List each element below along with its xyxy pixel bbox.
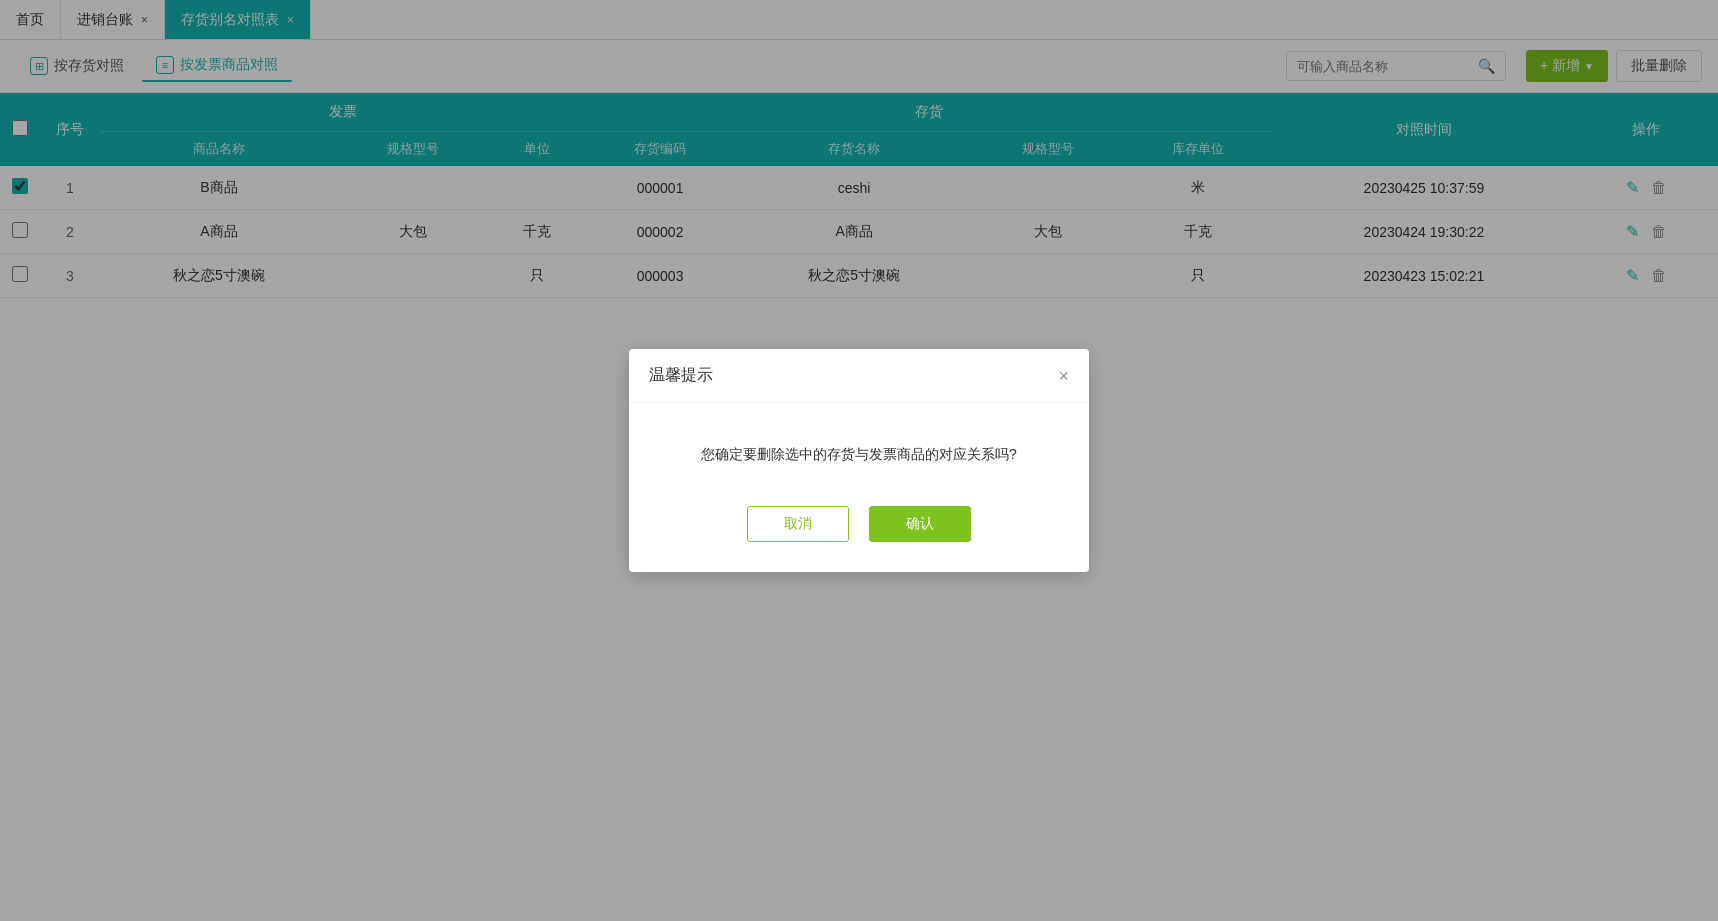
confirm-button[interactable]: 确认 [869,506,971,542]
dialog-header: 温馨提示 × [629,349,1089,403]
dialog-message: 您确定要删除选中的存货与发票商品的对应关系吗? [649,443,1069,465]
dialog-title: 温馨提示 [649,365,713,386]
dialog: 温馨提示 × 您确定要删除选中的存货与发票商品的对应关系吗? 取消 确认 [629,349,1089,571]
cancel-button[interactable]: 取消 [747,506,849,542]
dialog-footer: 取消 确认 [629,496,1089,572]
dialog-close-icon[interactable]: × [1058,367,1069,385]
dialog-body: 您确定要删除选中的存货与发票商品的对应关系吗? [629,403,1089,495]
overlay: 温馨提示 × 您确定要删除选中的存货与发票商品的对应关系吗? 取消 确认 [0,0,1718,921]
